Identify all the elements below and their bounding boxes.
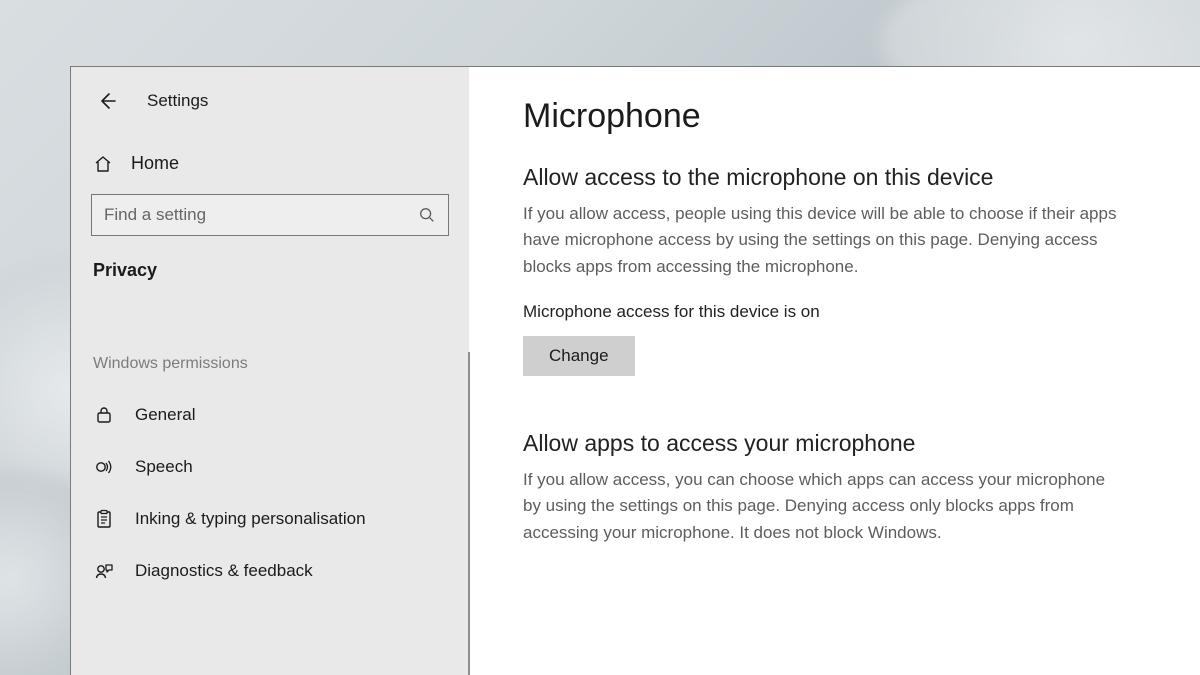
nav-home[interactable]: Home (71, 141, 469, 194)
home-icon (93, 154, 113, 174)
lock-icon (93, 405, 115, 425)
sidebar-scrollbar[interactable] (468, 352, 470, 675)
section-app-access-desc: If you allow access, you can choose whic… (523, 467, 1123, 546)
device-access-status: Microphone access for this device is on (523, 302, 1146, 322)
settings-window: Settings Home Privacy Windows permission… (70, 66, 1200, 675)
app-title: Settings (147, 91, 208, 111)
clipboard-icon (93, 509, 115, 529)
nav-item-label: Diagnostics & feedback (135, 561, 313, 581)
nav-item-speech[interactable]: Speech (71, 441, 469, 493)
sidebar: Settings Home Privacy Windows permission… (71, 67, 469, 675)
nav-item-inking[interactable]: Inking & typing personalisation (71, 493, 469, 545)
arrow-left-icon (97, 91, 117, 111)
change-button[interactable]: Change (523, 336, 635, 376)
section-device-access-desc: If you allow access, people using this d… (523, 201, 1123, 280)
nav-group-header: Windows permissions (71, 311, 469, 389)
feedback-icon (93, 561, 115, 581)
nav-item-label: Inking & typing personalisation (135, 509, 366, 529)
nav-home-label: Home (131, 153, 179, 174)
speech-icon (93, 457, 115, 477)
page-title: Microphone (523, 97, 1146, 136)
section-app-access-heading: Allow apps to access your microphone (523, 430, 1146, 457)
nav-item-label: General (135, 405, 195, 425)
current-section-label: Privacy (71, 254, 469, 311)
title-bar: Settings (71, 81, 469, 141)
nav-item-diagnostics[interactable]: Diagnostics & feedback (71, 545, 469, 597)
nav-item-general[interactable]: General (71, 389, 469, 441)
back-button[interactable] (91, 85, 123, 117)
content-area: Microphone Allow access to the microphon… (469, 67, 1200, 675)
search-container (71, 194, 469, 254)
nav-item-label: Speech (135, 457, 193, 477)
section-device-access-heading: Allow access to the microphone on this d… (523, 164, 1146, 191)
search-icon (418, 206, 436, 224)
search-input[interactable] (104, 205, 410, 225)
search-box[interactable] (91, 194, 449, 236)
